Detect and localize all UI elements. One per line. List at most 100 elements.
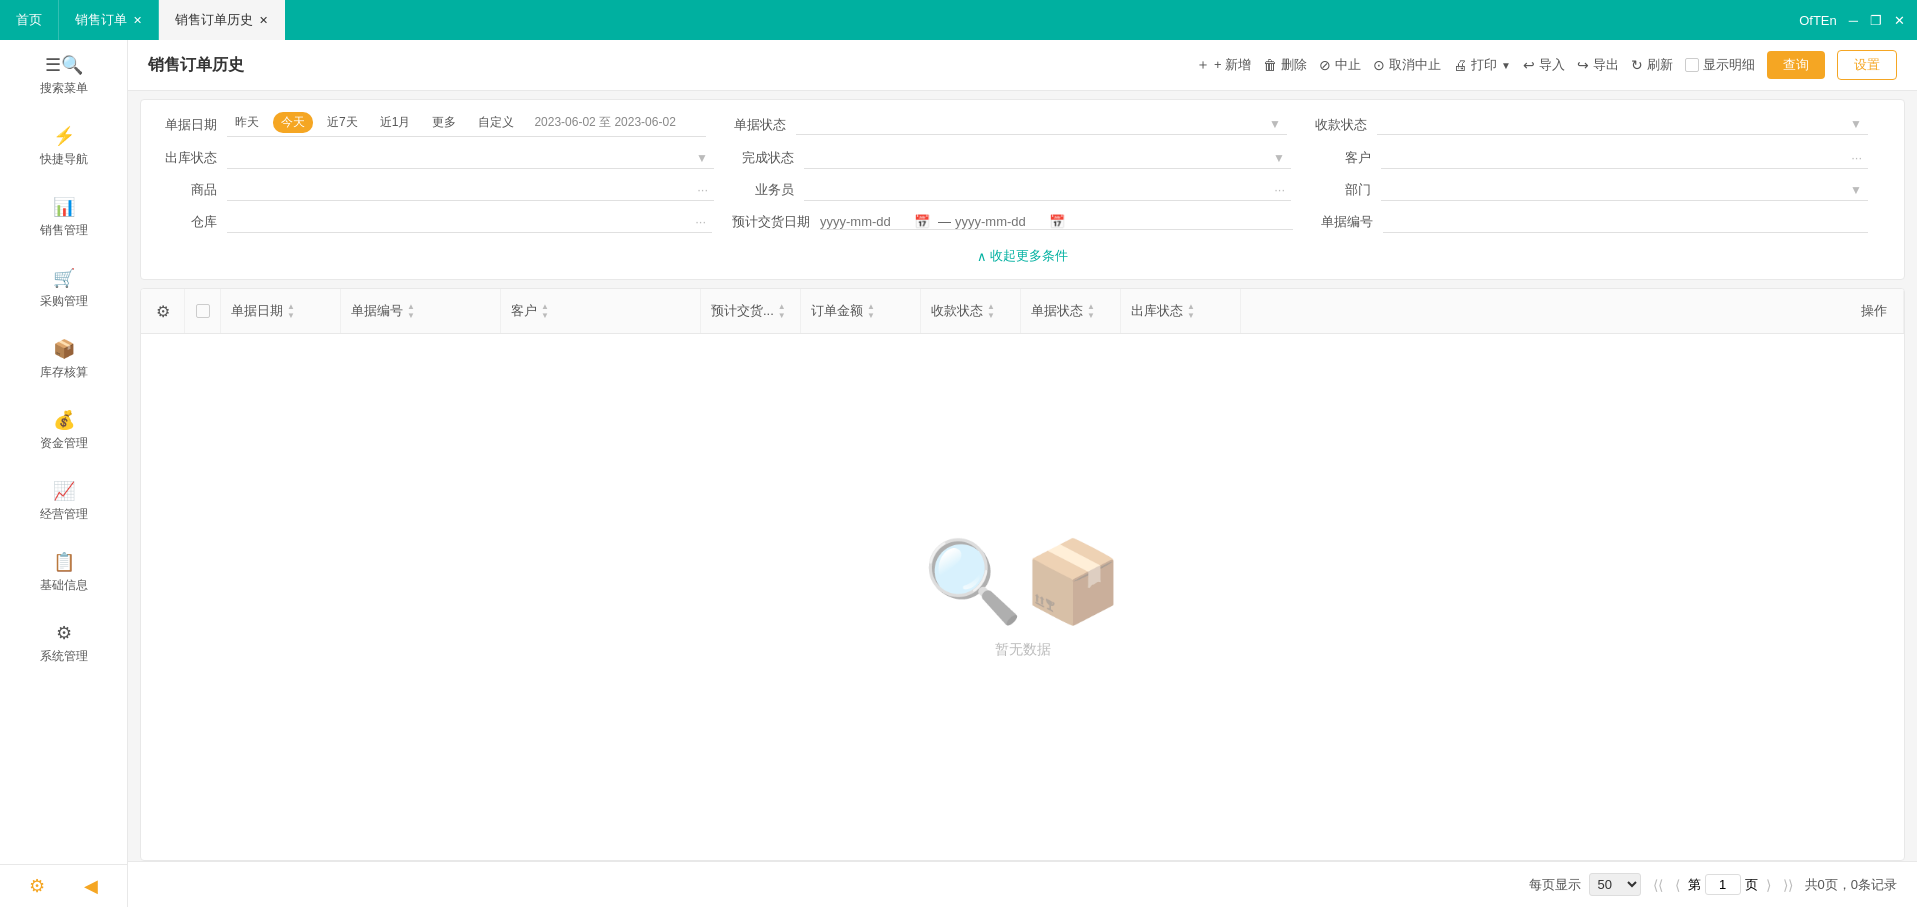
delivery-start-input[interactable] bbox=[820, 214, 910, 229]
print-btn[interactable]: 🖨 打印 ▼ bbox=[1453, 56, 1511, 74]
filter-row-4: 仓库 ··· 预计交货日期 📅 — 📅 单据编号 bbox=[157, 211, 1888, 233]
th-outbound-status[interactable]: 出库状态 ▲ ▼ bbox=[1121, 289, 1241, 333]
minimize-btn[interactable]: ─ bbox=[1849, 13, 1858, 28]
th-order-status[interactable]: 单据状态 ▲ ▼ bbox=[1021, 289, 1121, 333]
delivery-sort-icons[interactable]: ▲ ▼ bbox=[778, 303, 786, 320]
date-tag-more[interactable]: 更多 bbox=[424, 112, 464, 133]
sidebar-item-finance[interactable]: 💰 资金管理 bbox=[0, 395, 127, 466]
close-sales-order-tab[interactable]: ✕ bbox=[133, 14, 142, 27]
customer-input[interactable] bbox=[1387, 150, 1851, 165]
sidebar-item-operation[interactable]: 📈 经营管理 bbox=[0, 466, 127, 537]
delivery-start-calendar-icon[interactable]: 📅 bbox=[914, 214, 930, 229]
order-status-select[interactable]: ▼ bbox=[796, 114, 1287, 135]
delivery-date-label: 预计交货日期 bbox=[732, 213, 820, 231]
date-tag-yesterday[interactable]: 昨天 bbox=[227, 112, 267, 133]
order-number-field[interactable] bbox=[1383, 211, 1868, 233]
th-date[interactable]: 单据日期 ▲ ▼ bbox=[221, 289, 341, 333]
sidebar-item-sales-mgmt[interactable]: 📊 销售管理 bbox=[0, 182, 127, 253]
tab-home[interactable]: 首页 bbox=[0, 0, 59, 40]
th-gear[interactable]: ⚙ bbox=[141, 289, 185, 333]
last-page-btn[interactable]: ⟩⟩ bbox=[1779, 875, 1797, 895]
select-all-checkbox[interactable] bbox=[196, 304, 210, 318]
collapse-btn[interactable]: ∧ 收起更多条件 bbox=[977, 247, 1068, 265]
restore-btn[interactable]: ❐ bbox=[1870, 13, 1882, 28]
product-input[interactable] bbox=[233, 182, 697, 197]
sidebar-settings-icon[interactable]: ⚙ bbox=[29, 875, 45, 897]
sidebar-item-quick-nav[interactable]: ⚡ 快捷导航 bbox=[0, 111, 127, 182]
th-sn[interactable]: 单据编号 ▲ ▼ bbox=[341, 289, 501, 333]
toolbar: ＋ + 新增 🗑 删除 ⊘ 中止 ⊙ 取消中止 🖨 打印 bbox=[1196, 50, 1897, 80]
outbound-sort-icons[interactable]: ▲ ▼ bbox=[1187, 303, 1195, 320]
total-text: 共0页，0条记录 bbox=[1805, 876, 1897, 894]
current-page-input[interactable] bbox=[1705, 874, 1741, 895]
inventory-icon: 📦 bbox=[53, 338, 75, 360]
sidebar-item-purchase-mgmt[interactable]: 🛒 采购管理 bbox=[0, 253, 127, 324]
delivery-end-input[interactable] bbox=[955, 214, 1045, 229]
sidebar-item-system-mgmt[interactable]: ⚙ 系统管理 bbox=[0, 608, 127, 679]
date-tag-7days[interactable]: 近7天 bbox=[319, 112, 366, 133]
product-field[interactable]: ··· bbox=[227, 179, 714, 201]
search-menu-icon: ☰🔍 bbox=[45, 54, 83, 76]
th-payment-status[interactable]: 收款状态 ▲ ▼ bbox=[921, 289, 1021, 333]
completion-status-select[interactable]: ▼ bbox=[804, 148, 1291, 169]
stop-btn[interactable]: ⊘ 中止 bbox=[1319, 56, 1361, 74]
tab-sales-order-history[interactable]: 销售订单历史 ✕ bbox=[159, 0, 285, 40]
department-select[interactable]: ▼ bbox=[1381, 180, 1868, 201]
warehouse-field[interactable]: ··· bbox=[227, 211, 712, 233]
sn-sort-icons[interactable]: ▲ ▼ bbox=[407, 303, 415, 320]
content-area: 销售订单历史 ＋ + 新增 🗑 删除 ⊘ 中止 ⊙ 取消中止 bbox=[128, 40, 1917, 907]
date-sort-icons[interactable]: ▲ ▼ bbox=[287, 303, 295, 320]
department-arrow: ▼ bbox=[1850, 183, 1862, 197]
th-delivery[interactable]: 预计交货... ▲ ▼ bbox=[701, 289, 801, 333]
delete-icon: 🗑 bbox=[1263, 57, 1277, 73]
next-page-btn[interactable]: ⟩ bbox=[1762, 875, 1775, 895]
settings-btn[interactable]: 设置 bbox=[1837, 50, 1897, 80]
export-btn[interactable]: ↪ 导出 bbox=[1577, 56, 1619, 74]
salesperson-input[interactable] bbox=[810, 182, 1274, 197]
per-page-select[interactable]: 50 10 20 100 bbox=[1589, 873, 1641, 896]
tab-sales-order[interactable]: 销售订单 ✕ bbox=[59, 0, 159, 40]
product-dots[interactable]: ··· bbox=[697, 182, 708, 197]
customer-dots[interactable]: ··· bbox=[1851, 150, 1862, 165]
sidebar-item-search-menu[interactable]: ☰🔍 搜索菜单 bbox=[0, 40, 127, 111]
query-btn[interactable]: 查询 bbox=[1767, 51, 1825, 79]
date-tag-today[interactable]: 今天 bbox=[273, 112, 313, 133]
th-check[interactable] bbox=[185, 289, 221, 333]
cancel-stop-btn[interactable]: ⊙ 取消中止 bbox=[1373, 56, 1441, 74]
date-tag-1month[interactable]: 近1月 bbox=[372, 112, 419, 133]
display-checkbox-box[interactable] bbox=[1685, 58, 1699, 72]
th-amount[interactable]: 订单金额 ▲ ▼ bbox=[801, 289, 921, 333]
prev-page-btn[interactable]: ⟨ bbox=[1671, 875, 1684, 895]
refresh-btn[interactable]: ↻ 刷新 bbox=[1631, 56, 1673, 74]
delivery-end-calendar-icon[interactable]: 📅 bbox=[1049, 214, 1065, 229]
sidebar-item-inventory[interactable]: 📦 库存核算 bbox=[0, 324, 127, 395]
date-tag-custom[interactable]: 自定义 bbox=[470, 112, 522, 133]
payment-sort-icons[interactable]: ▲ ▼ bbox=[987, 303, 995, 320]
table-area: ⚙ 单据日期 ▲ ▼ 单据编号 ▲ ▼ bbox=[140, 288, 1905, 861]
first-page-btn[interactable]: ⟨⟨ bbox=[1649, 875, 1667, 895]
salesperson-dots[interactable]: ··· bbox=[1274, 182, 1285, 197]
sidebar-collapse-icon[interactable]: ◀ bbox=[84, 875, 98, 897]
warehouse-dots[interactable]: ··· bbox=[695, 214, 706, 229]
delete-btn[interactable]: 🗑 删除 bbox=[1263, 56, 1307, 74]
customer-sort-icons[interactable]: ▲ ▼ bbox=[541, 303, 549, 320]
payment-status-select[interactable]: ▼ bbox=[1377, 114, 1868, 135]
table-gear-icon[interactable]: ⚙ bbox=[156, 302, 170, 321]
new-btn[interactable]: ＋ + 新增 bbox=[1196, 56, 1251, 74]
outbound-status-select[interactable]: ▼ bbox=[227, 148, 714, 169]
new-icon: ＋ bbox=[1196, 56, 1210, 74]
customer-field[interactable]: ··· bbox=[1381, 147, 1868, 169]
warehouse-input[interactable] bbox=[233, 214, 695, 229]
window-controls: OfTEn ─ ❐ ✕ bbox=[1799, 13, 1917, 28]
order-sort-icons[interactable]: ▲ ▼ bbox=[1087, 303, 1095, 320]
th-customer[interactable]: 客户 ▲ ▼ bbox=[501, 289, 701, 333]
close-history-tab[interactable]: ✕ bbox=[259, 14, 268, 27]
order-number-input[interactable] bbox=[1389, 214, 1862, 229]
display-columns-checkbox[interactable]: 显示明细 bbox=[1685, 56, 1755, 74]
amount-sort-icons[interactable]: ▲ ▼ bbox=[867, 303, 875, 320]
salesperson-field[interactable]: ··· bbox=[804, 179, 1291, 201]
close-btn[interactable]: ✕ bbox=[1894, 13, 1905, 28]
import-btn[interactable]: ↩ 导入 bbox=[1523, 56, 1565, 74]
sidebar-item-basic-info[interactable]: 📋 基础信息 bbox=[0, 537, 127, 608]
payment-status-label: 收款状态 bbox=[1307, 116, 1377, 134]
